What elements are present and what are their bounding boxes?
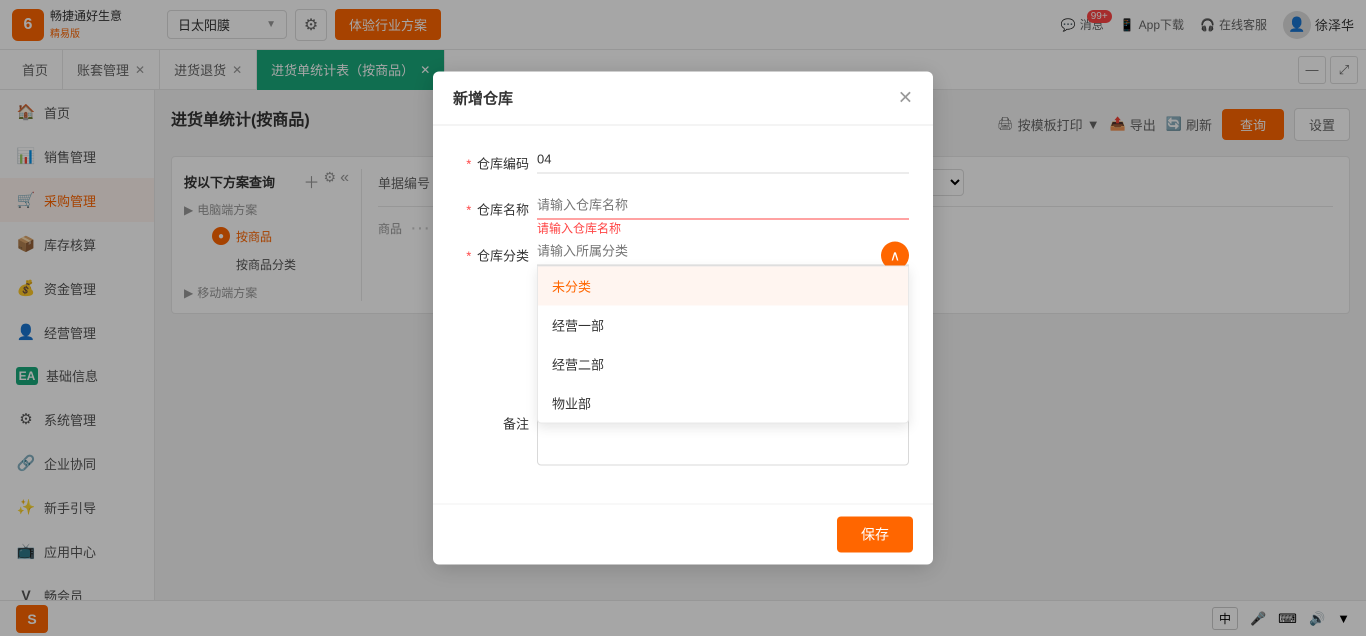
save-button[interactable]: 保存 xyxy=(837,517,913,553)
dropdown-item-dept1[interactable]: 经营一部 xyxy=(538,306,908,345)
required-star: * xyxy=(466,157,471,172)
category-dropdown: 未分类 经营一部 经营二部 物业部 xyxy=(537,266,909,424)
modal-title: 新增仓库 xyxy=(453,88,513,109)
code-label: * 仓库编码 xyxy=(457,146,537,173)
dropdown-item-uncategorized[interactable]: 未分类 xyxy=(538,267,908,306)
modal-body: * 仓库编码 * 仓库名称 请输入仓库名称 * 仓库分类 ∧ xyxy=(433,126,933,504)
dropdown-item-dept2[interactable]: 经营二部 xyxy=(538,345,908,384)
category-label: * 仓库分类 xyxy=(457,238,537,265)
category-input-wrapper: ∧ 未分类 经营一部 经营二部 物业部 xyxy=(537,238,909,266)
add-warehouse-modal: 新增仓库 ✕ * 仓库编码 * 仓库名称 请输入仓库名称 * xyxy=(433,72,933,565)
code-input[interactable] xyxy=(537,146,909,174)
category-form-row: * 仓库分类 ∧ 未分类 经营一部 经营二部 物业部 xyxy=(457,238,909,266)
name-error-message: 请输入仓库名称 xyxy=(537,220,621,237)
modal-header: 新增仓库 ✕ xyxy=(433,72,933,126)
dropdown-item-dept3[interactable]: 物业部 xyxy=(538,384,908,423)
modal-close-button[interactable]: ✕ xyxy=(898,88,913,109)
modal-footer: 保存 xyxy=(433,504,933,565)
name-label: * 仓库名称 xyxy=(457,192,537,219)
name-form-row: * 仓库名称 请输入仓库名称 xyxy=(457,192,909,220)
name-input[interactable] xyxy=(537,192,909,220)
category-input[interactable] xyxy=(537,238,909,266)
code-form-row: * 仓库编码 xyxy=(457,146,909,174)
notes-label: 备注 xyxy=(457,406,537,433)
